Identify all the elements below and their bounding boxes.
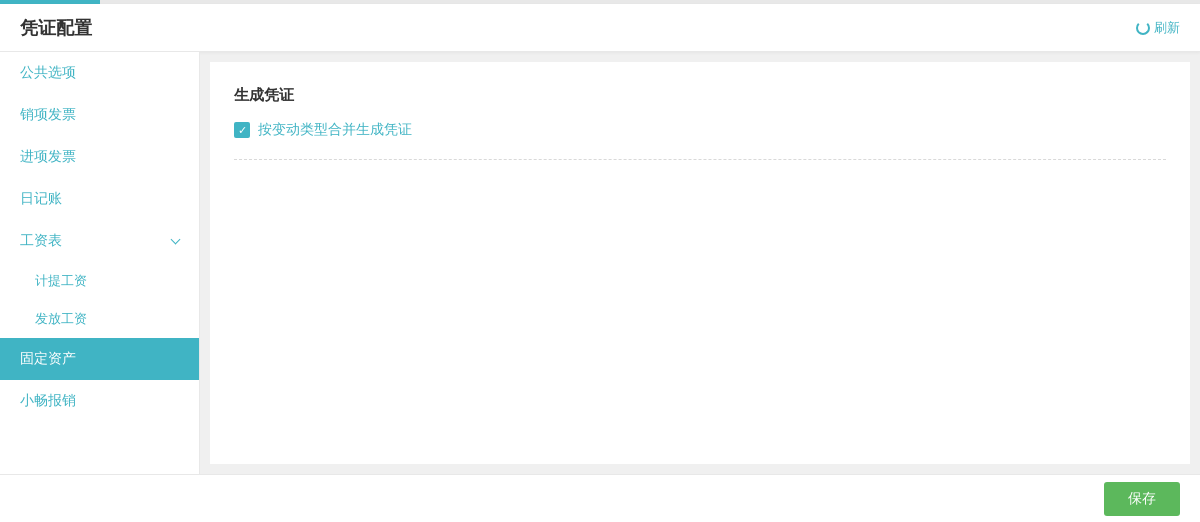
sidebar: 公共选项 销项发票 进项发票 日记账 工资表 计提工资 发放工资 固定资产 <box>0 52 200 474</box>
sidebar-item-label: 发放工资 <box>35 311 87 326</box>
footer: 保存 <box>0 474 1200 522</box>
save-button[interactable]: 保存 <box>1104 482 1180 516</box>
checkbox-label[interactable]: 按变动类型合并生成凭证 <box>258 121 412 139</box>
sidebar-item-label: 固定资产 <box>20 350 76 368</box>
sidebar-item-purchase-invoice[interactable]: 进项发票 <box>0 136 199 178</box>
refresh-icon <box>1136 21 1150 35</box>
sidebar-item-label: 工资表 <box>20 232 62 250</box>
main-layout: 公共选项 销项发票 进项发票 日记账 工资表 计提工资 发放工资 固定资产 <box>0 52 1200 474</box>
page-wrapper: 凭证配置 刷新 公共选项 销项发票 进项发票 日记账 工资表 <box>0 0 1200 522</box>
sidebar-item-fixed-assets[interactable]: 固定资产 <box>0 338 199 380</box>
page-title: 凭证配置 <box>20 16 92 40</box>
refresh-label: 刷新 <box>1154 19 1180 37</box>
refresh-button[interactable]: 刷新 <box>1136 19 1180 37</box>
section-title: 生成凭证 <box>234 86 1166 105</box>
sidebar-item-label: 计提工资 <box>35 273 87 288</box>
sidebar-item-pay-salary[interactable]: 发放工资 <box>0 300 199 338</box>
sidebar-item-journal[interactable]: 日记账 <box>0 178 199 220</box>
sidebar-item-sales-invoice[interactable]: 销项发票 <box>0 94 199 136</box>
section-divider <box>234 159 1166 160</box>
sidebar-item-payroll[interactable]: 工资表 <box>0 220 199 262</box>
header: 凭证配置 刷新 <box>0 4 1200 52</box>
checkbox-row: 按变动类型合并生成凭证 <box>234 121 1166 139</box>
sidebar-item-label: 销项发票 <box>20 106 76 124</box>
sidebar-item-label: 公共选项 <box>20 64 76 82</box>
sidebar-item-label: 进项发票 <box>20 148 76 166</box>
sidebar-item-expense-reimbursement[interactable]: 小畅报销 <box>0 380 199 422</box>
chevron-down-icon <box>171 235 181 245</box>
sidebar-item-public-options[interactable]: 公共选项 <box>0 52 199 94</box>
sidebar-item-accrual-salary[interactable]: 计提工资 <box>0 262 199 300</box>
sidebar-item-label: 日记账 <box>20 190 62 208</box>
merge-by-type-checkbox[interactable] <box>234 122 250 138</box>
content-area: 生成凭证 按变动类型合并生成凭证 <box>210 62 1190 464</box>
sidebar-item-label: 小畅报销 <box>20 392 76 410</box>
